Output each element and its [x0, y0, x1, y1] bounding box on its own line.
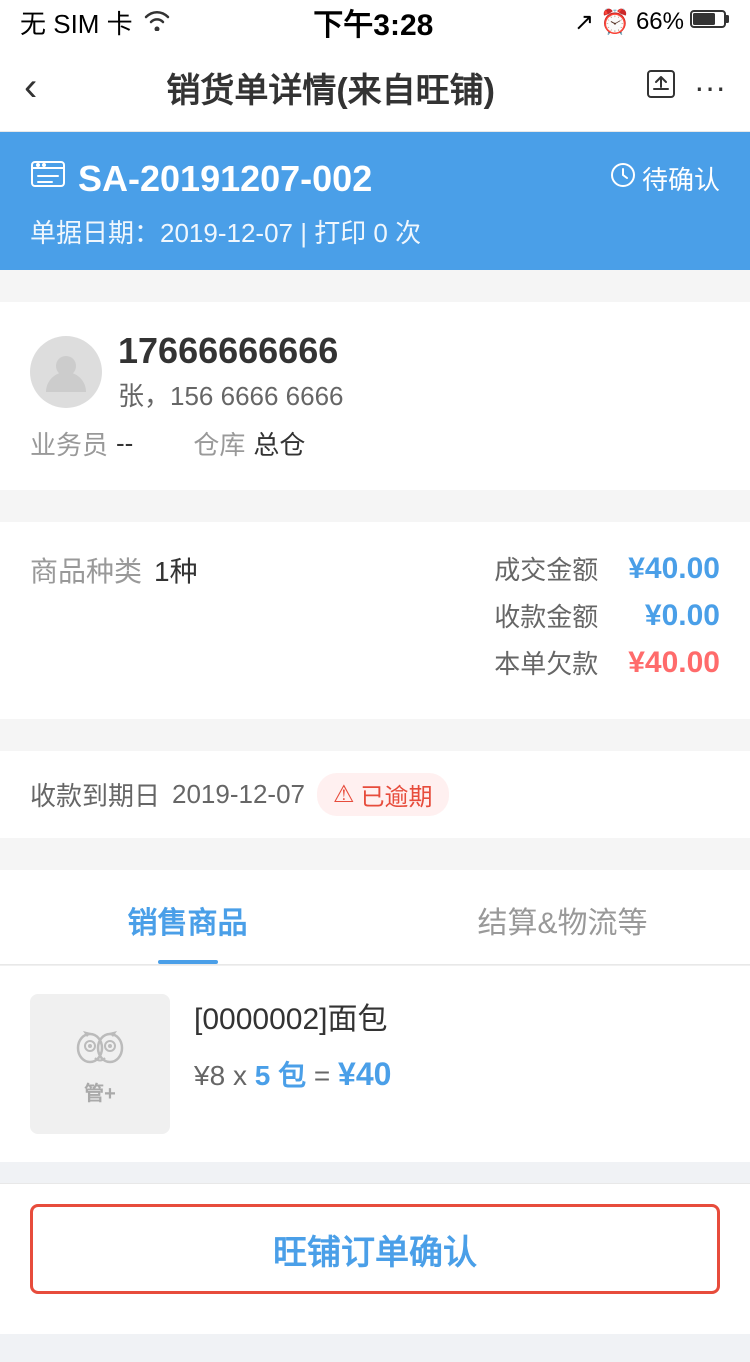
category-value: 1种	[154, 550, 198, 590]
category-label: 商品种类	[30, 550, 142, 590]
due-date-value: 2019-12-07	[172, 779, 305, 810]
category-info: 商品种类 1种	[30, 550, 198, 590]
nav-actions: ···	[644, 67, 726, 109]
customer-meta: 业务员 -- 仓库 总仓	[30, 425, 720, 462]
amount-label: 成交金额	[494, 550, 598, 587]
amount-row: 成交金额 ¥40.00	[494, 550, 720, 587]
warehouse-label: 仓库	[193, 425, 245, 462]
salesperson-item: 业务员 --	[30, 425, 133, 462]
due-date-label: 收款到期日	[30, 776, 160, 813]
customer-info: 17666666666 张，156 6666 6666	[118, 330, 344, 413]
customer-section: 17666666666 张，156 6666 6666 业务员 -- 仓库 总仓	[0, 302, 750, 490]
brand-logo-icon	[65, 1023, 135, 1073]
quantity: 5	[255, 1060, 271, 1091]
share-icon[interactable]	[644, 67, 678, 109]
customer-name: 张，156 6666 6666	[118, 376, 344, 413]
warehouse-item: 仓库 总仓	[193, 425, 305, 462]
salesperson-label: 业务员	[30, 425, 108, 462]
status-left: 无 SIM 卡	[20, 4, 173, 41]
order-status: 待确认	[610, 160, 720, 197]
customer-row: 17666666666 张，156 6666 6666	[30, 330, 720, 413]
tab-settlement[interactable]: 结算&物流等	[375, 870, 750, 964]
overdue-text: 已逾期	[361, 777, 433, 812]
product-image-inner: 管+	[65, 1023, 135, 1106]
order-icon	[30, 156, 66, 201]
location-icon: ↗	[574, 8, 594, 37]
unit-price: ¥8	[194, 1060, 225, 1091]
payment-row: 收款金额 ¥0.00	[494, 597, 720, 634]
product-image: 管+	[30, 994, 170, 1134]
confirm-order-button[interactable]: 旺铺订单确认	[30, 1204, 720, 1294]
order-id: SA-20191207-002	[30, 156, 372, 201]
amount-value: ¥40.00	[628, 552, 720, 586]
payment-value: ¥0.00	[645, 599, 720, 633]
alarm-icon: ⏰	[600, 8, 630, 37]
brand-text: 管+	[84, 1077, 116, 1106]
avatar	[30, 336, 102, 408]
more-icon[interactable]: ···	[694, 69, 726, 106]
due-section: 收款到期日 2019-12-07 ⚠ 已逾期	[0, 751, 750, 838]
customer-phone: 17666666666	[118, 330, 344, 372]
multiply-sign: x	[233, 1060, 255, 1091]
unit: 包	[278, 1060, 306, 1091]
order-header: SA-20191207-002 待确认 单据日期：2019-12-07 | 打印…	[0, 132, 750, 270]
payment-label: 收款金额	[494, 597, 598, 634]
order-date: 单据日期：2019-12-07 | 打印 0 次	[30, 213, 720, 250]
battery-icon	[690, 8, 730, 37]
tabs-header: 销售商品 结算&物流等	[0, 870, 750, 965]
status-bar: 无 SIM 卡 下午3:28 ↗ ⏰ 66%	[0, 0, 750, 44]
product-info: [0000002]面包 ¥8 x 5 包 = ¥40	[194, 994, 720, 1134]
battery-text: 66%	[636, 8, 684, 36]
warehouse-value: 总仓	[253, 425, 305, 462]
page-title: 销货单详情(来自旺铺)	[17, 63, 644, 112]
amount-info: 成交金额 ¥40.00 收款金额 ¥0.00 本单欠款 ¥40.00	[494, 550, 720, 691]
balance-label: 本单欠款	[494, 644, 598, 681]
wifi-icon	[141, 7, 173, 38]
alert-icon: ⚠	[333, 780, 355, 809]
status-right: ↗ ⏰ 66%	[574, 8, 730, 37]
salesperson-value: --	[116, 428, 133, 459]
clock-icon	[610, 162, 636, 195]
summary-section: 商品种类 1种 成交金额 ¥40.00 收款金额 ¥0.00 本单欠款 ¥40.…	[0, 522, 750, 719]
equals-sign: =	[314, 1060, 338, 1091]
tabs-section: 销售商品 结算&物流等 管+	[0, 870, 750, 1162]
balance-value: ¥40.00	[628, 646, 720, 680]
balance-row: 本单欠款 ¥40.00	[494, 644, 720, 681]
carrier-text: 无 SIM 卡	[20, 4, 133, 41]
nav-bar: ‹ 销货单详情(来自旺铺) ···	[0, 44, 750, 132]
product-price: ¥8 x 5 包 = ¥40	[194, 1054, 720, 1094]
product-name: [0000002]面包	[194, 994, 720, 1038]
bottom-bar: 旺铺订单确认	[0, 1183, 750, 1334]
time-display: 下午3:28	[313, 0, 433, 44]
product-item: 管+ [0000002]面包 ¥8 x 5 包 = ¥40	[0, 965, 750, 1162]
total-price: ¥40	[338, 1056, 391, 1092]
overdue-badge: ⚠ 已逾期	[317, 773, 449, 816]
tab-sales[interactable]: 销售商品	[0, 870, 375, 964]
